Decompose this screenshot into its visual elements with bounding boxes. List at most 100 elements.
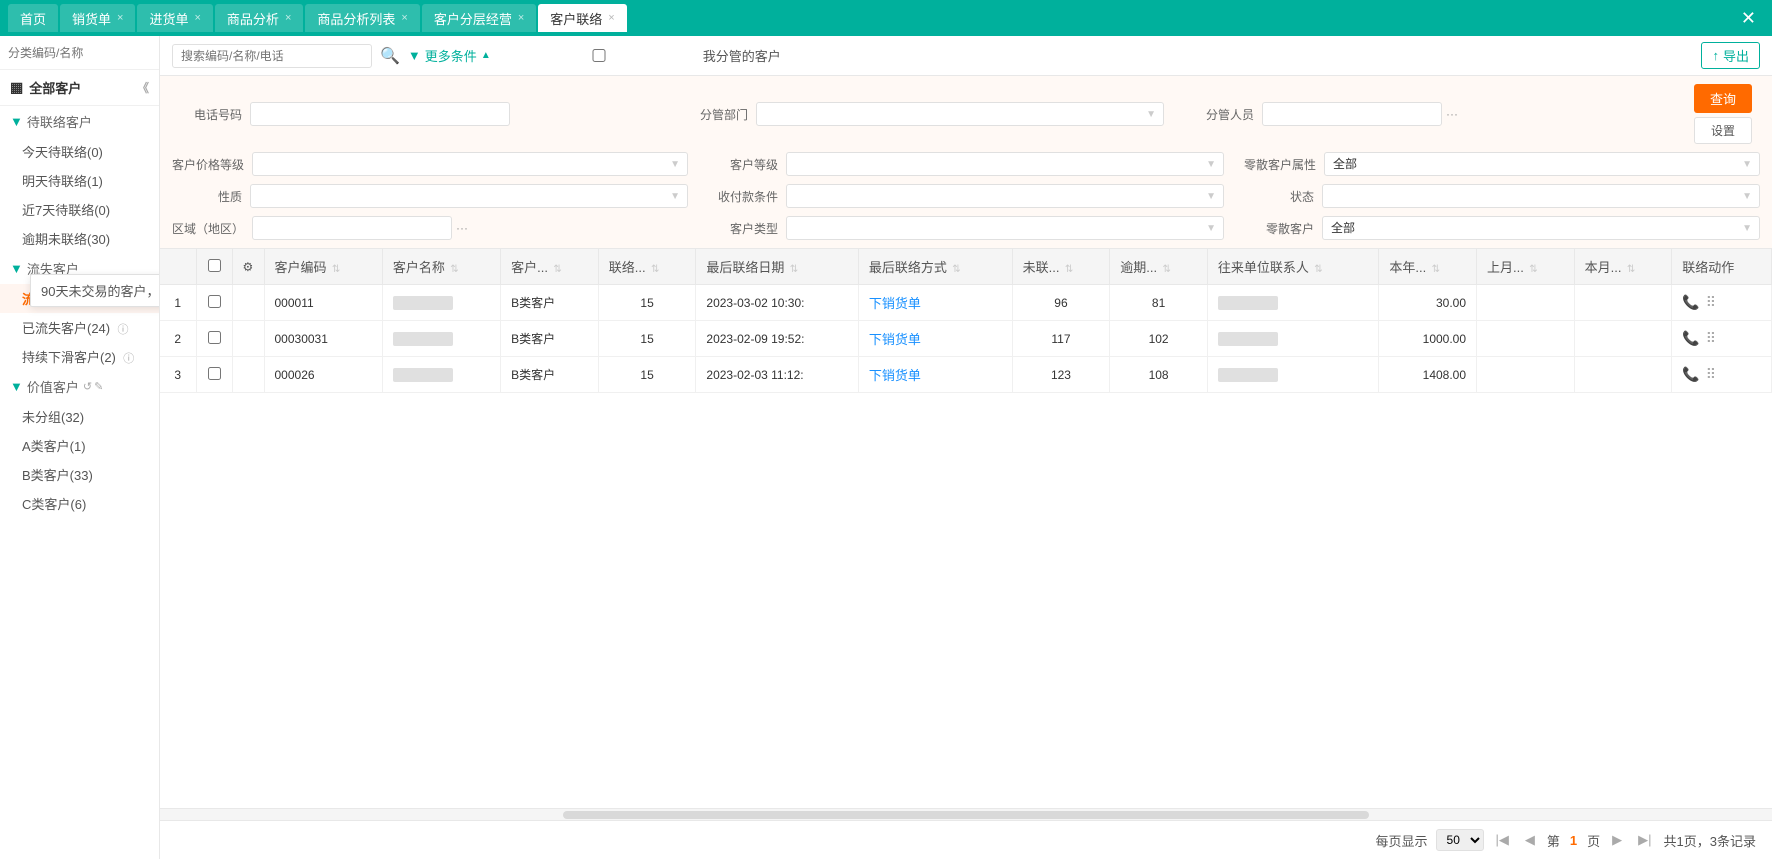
- sidebar-item-7days[interactable]: 近7天待联络(0): [0, 195, 159, 224]
- refresh-icon[interactable]: ↺: [83, 380, 92, 393]
- contact-way-link-3[interactable]: 下销货单: [869, 368, 921, 383]
- per-page-select[interactable]: 50: [1436, 829, 1484, 851]
- sidebar-item-declining[interactable]: 持续下滑客户(2) ⓘ: [0, 342, 159, 371]
- tab-analysis-close[interactable]: ×: [285, 12, 291, 24]
- col-last-way[interactable]: 最后联络方式 ⇅: [858, 249, 1012, 285]
- filter-zero-customer: 零散客户 全部 ▼: [1244, 216, 1760, 240]
- payment-select[interactable]: [786, 184, 1224, 208]
- status-select[interactable]: [1322, 184, 1760, 208]
- cell-way-2[interactable]: 下销货单: [858, 321, 1012, 357]
- col-this-month[interactable]: 本月... ⇅: [1574, 249, 1672, 285]
- window-close-button[interactable]: ✕: [1733, 8, 1764, 29]
- col-code[interactable]: 客户编码 ⇅: [264, 249, 382, 285]
- next-page-btn[interactable]: ▶: [1608, 830, 1626, 850]
- menu-icon-1[interactable]: ⠿: [1706, 294, 1716, 311]
- cell-way-3[interactable]: 下销货单: [858, 357, 1012, 393]
- col-contact[interactable]: 联络... ⇅: [598, 249, 696, 285]
- row-checkbox-2[interactable]: [208, 331, 221, 344]
- tab-home[interactable]: 首页: [8, 4, 58, 32]
- menu-icon-3[interactable]: ⠿: [1706, 366, 1716, 383]
- sidebar-collapse-btn[interactable]: 《: [137, 79, 149, 96]
- phone-icon-2[interactable]: 📞: [1682, 330, 1699, 347]
- contact-way-link-2[interactable]: 下销货单: [869, 332, 921, 347]
- blurred-name-1: [393, 296, 453, 310]
- sidebar-item-ungroup[interactable]: 未分组(32): [0, 402, 159, 431]
- col-this-year[interactable]: 本年... ⇅: [1379, 249, 1477, 285]
- first-page-btn[interactable]: |◀: [1492, 830, 1513, 850]
- contact-way-link-1[interactable]: 下销货单: [869, 296, 921, 311]
- cell-index-3: 3: [160, 357, 196, 393]
- col-last-date[interactable]: 最后联络日期 ⇅: [696, 249, 858, 285]
- col-name[interactable]: 客户名称 ⇅: [382, 249, 500, 285]
- sort-icon-type: ⇅: [553, 264, 561, 275]
- phone-icon-1[interactable]: 📞: [1682, 294, 1699, 311]
- col-settings[interactable]: ⚙: [232, 249, 264, 285]
- dept-select[interactable]: [756, 102, 1164, 126]
- sidebar-item-c-class[interactable]: C类客户(6): [0, 489, 159, 518]
- nature-select[interactable]: [250, 184, 688, 208]
- col-overdue[interactable]: 逾期... ⇅: [1110, 249, 1208, 285]
- manager-input[interactable]: [1262, 102, 1442, 126]
- tab-analysis[interactable]: 商品分析 ×: [215, 4, 303, 32]
- price-tier-select[interactable]: [252, 152, 688, 176]
- horizontal-scrollbar[interactable]: [160, 808, 1772, 820]
- export-button[interactable]: ↑ 导出: [1701, 42, 1760, 69]
- sidebar-item-today[interactable]: 今天待联络(0): [0, 137, 159, 166]
- zero-attr-select[interactable]: 全部: [1324, 152, 1760, 176]
- sidebar-group-value[interactable]: ▼ 价值客户 ↺ ✎: [0, 371, 159, 402]
- sidebar-item-a-class[interactable]: A类客户(1): [0, 431, 159, 460]
- tab-analysis-list-close[interactable]: ×: [401, 12, 407, 24]
- tab-customer-tier[interactable]: 客户分层经营 ×: [422, 4, 536, 32]
- sidebar-all-customers[interactable]: ▦ 全部客户 《: [0, 70, 159, 106]
- region-more-btn[interactable]: ···: [456, 221, 468, 235]
- col-type[interactable]: 客户... ⇅: [501, 249, 599, 285]
- my-customers-checkbox[interactable]: [499, 49, 699, 62]
- col-unit-contact[interactable]: 往来单位联系人 ⇅: [1207, 249, 1379, 285]
- search-input[interactable]: [172, 44, 372, 68]
- settings-button[interactable]: 设置: [1694, 117, 1752, 144]
- tab-bar: 首页 销货单 × 进货单 × 商品分析 × 商品分析列表 × 客户分层经营 × …: [0, 0, 1772, 36]
- edit-icon[interactable]: ✎: [94, 380, 103, 393]
- tab-customer-contact[interactable]: 客户联络 ×: [538, 4, 626, 32]
- region-input[interactable]: [252, 216, 452, 240]
- cell-check-1[interactable]: [196, 285, 232, 321]
- filter-price-tier: 客户价格等级 ▼: [172, 152, 688, 176]
- col-uncontact[interactable]: 未联... ⇅: [1012, 249, 1110, 285]
- prev-page-btn[interactable]: ◀: [1521, 830, 1539, 850]
- sidebar-item-tomorrow[interactable]: 明天待联络(1): [0, 166, 159, 195]
- search-icon[interactable]: 🔍: [380, 46, 400, 66]
- more-conditions-btn[interactable]: ▼ 更多条件 ▲: [408, 46, 491, 65]
- row-checkbox-1[interactable]: [208, 295, 221, 308]
- tab-customer-tier-close[interactable]: ×: [518, 12, 524, 24]
- zero-customer-select[interactable]: 全部: [1322, 216, 1760, 240]
- cell-check-3[interactable]: [196, 357, 232, 393]
- col-last-month[interactable]: 上月... ⇅: [1477, 249, 1575, 285]
- col-checkbox[interactable]: [196, 249, 232, 285]
- last-page-btn[interactable]: ▶|: [1634, 830, 1655, 850]
- cell-check-2[interactable]: [196, 321, 232, 357]
- sidebar-group-pending[interactable]: ▼ 待联络客户: [0, 106, 159, 137]
- tab-sales[interactable]: 销货单 ×: [60, 4, 135, 32]
- action-icons-2: 📞 ⠿: [1682, 330, 1761, 347]
- cell-year-2: 1000.00: [1379, 321, 1477, 357]
- phone-input[interactable]: [250, 102, 510, 126]
- select-all-checkbox[interactable]: [208, 259, 221, 272]
- customer-type-select[interactable]: [786, 216, 1224, 240]
- sidebar-item-b-class[interactable]: B类客户(33): [0, 460, 159, 489]
- sidebar-item-overdue[interactable]: 逾期未联络(30): [0, 224, 159, 253]
- tab-sales-close[interactable]: ×: [117, 12, 123, 24]
- cell-way-1[interactable]: 下销货单: [858, 285, 1012, 321]
- menu-icon-2[interactable]: ⠿: [1706, 330, 1716, 347]
- manager-more-btn[interactable]: ···: [1446, 107, 1458, 121]
- tab-purchase-close[interactable]: ×: [194, 12, 200, 24]
- phone-icon-3[interactable]: 📞: [1682, 366, 1699, 383]
- tab-customer-contact-close[interactable]: ×: [608, 12, 614, 24]
- query-button[interactable]: 查询: [1694, 84, 1752, 113]
- sidebar-item-lost[interactable]: 已流失客户(24) ⓘ: [0, 313, 159, 342]
- tab-purchase[interactable]: 进货单 ×: [137, 4, 212, 32]
- scrollbar-thumb[interactable]: [563, 811, 1369, 819]
- row-checkbox-3[interactable]: [208, 367, 221, 380]
- sidebar-search-input[interactable]: [8, 46, 160, 60]
- customer-grade-select[interactable]: [786, 152, 1224, 176]
- tab-analysis-list[interactable]: 商品分析列表 ×: [305, 4, 419, 32]
